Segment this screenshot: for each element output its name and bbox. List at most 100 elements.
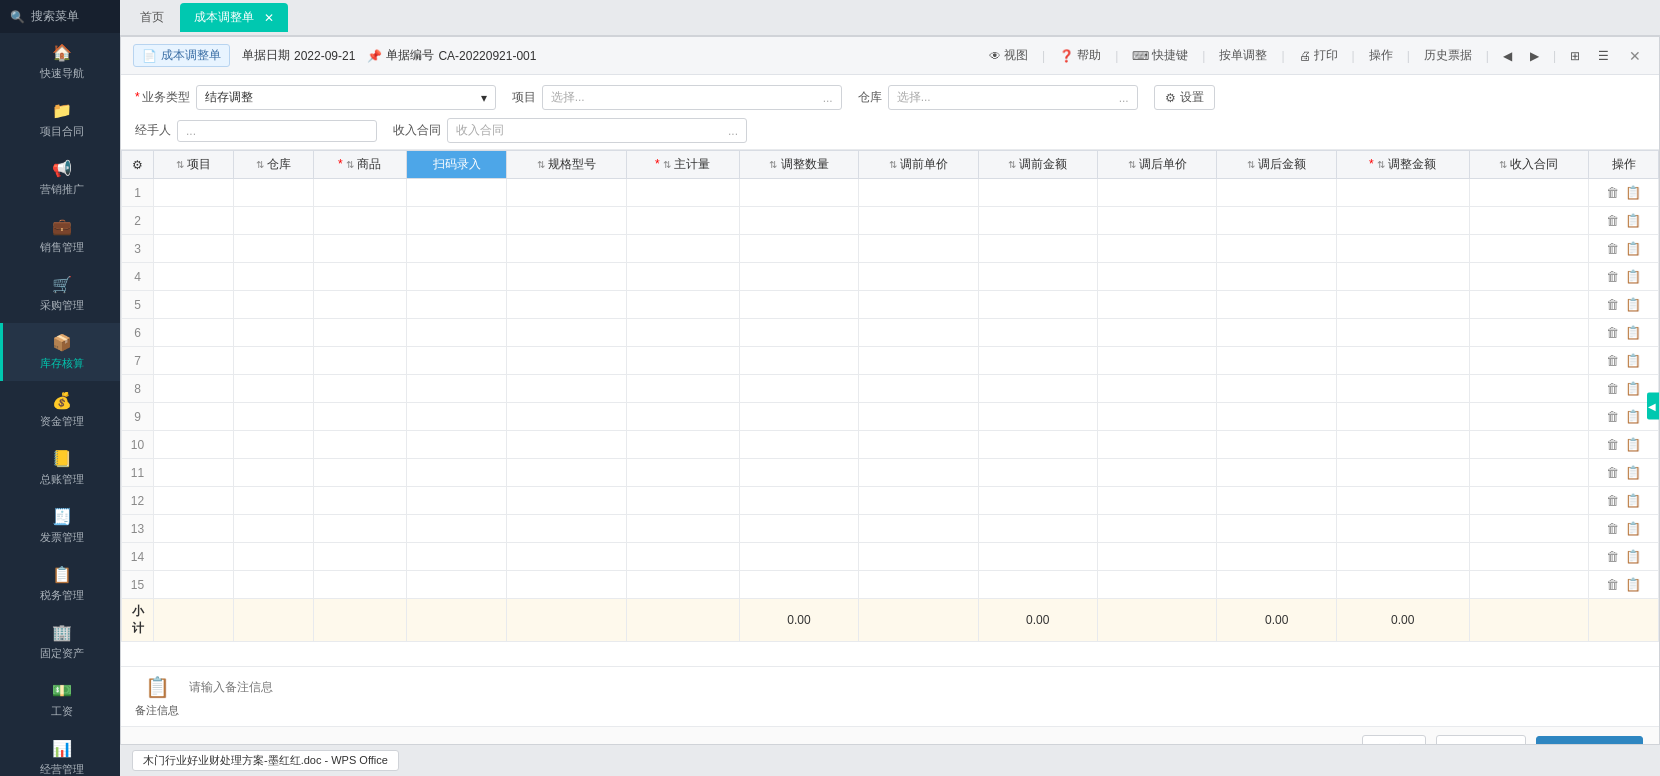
table-cell[interactable]: [1336, 487, 1469, 515]
window-close-button[interactable]: ✕: [1623, 46, 1647, 66]
table-cell[interactable]: [1469, 515, 1588, 543]
table-cell[interactable]: [406, 375, 507, 403]
table-cell[interactable]: [313, 515, 406, 543]
table-cell[interactable]: [154, 291, 234, 319]
table-cell[interactable]: [507, 179, 626, 207]
table-cell[interactable]: [1469, 319, 1588, 347]
copy-icon[interactable]: 📋: [1625, 381, 1641, 396]
table-cell[interactable]: [626, 347, 739, 375]
table-cell[interactable]: [626, 319, 739, 347]
table-cell[interactable]: [978, 347, 1097, 375]
table-cell[interactable]: [406, 207, 507, 235]
sidebar-item-business-management[interactable]: 📊 经营管理: [0, 729, 120, 776]
table-cell[interactable]: [313, 179, 406, 207]
th-before-amount[interactable]: ⇅ 调前金额: [978, 151, 1097, 179]
tab-cost-adjustment[interactable]: 成本调整单 ✕: [180, 3, 288, 32]
table-cell[interactable]: [1097, 459, 1216, 487]
table-cell[interactable]: [233, 235, 313, 263]
income-contract-input[interactable]: 收入合同 ...: [447, 118, 747, 143]
table-cell[interactable]: [313, 347, 406, 375]
table-cell[interactable]: [406, 235, 507, 263]
delete-icon[interactable]: 🗑: [1606, 325, 1619, 340]
review-btn[interactable]: 按单调整: [1215, 45, 1271, 66]
table-cell[interactable]: [978, 543, 1097, 571]
table-cell[interactable]: [1097, 515, 1216, 543]
table-cell[interactable]: [313, 403, 406, 431]
table-cell[interactable]: [233, 571, 313, 599]
table-cell[interactable]: [626, 291, 739, 319]
table-cell[interactable]: [313, 263, 406, 291]
list-view-btn[interactable]: ☰: [1594, 47, 1613, 65]
copy-icon[interactable]: 📋: [1625, 465, 1641, 480]
table-cell[interactable]: [739, 487, 858, 515]
table-cell[interactable]: [1097, 347, 1216, 375]
table-cell[interactable]: [1097, 431, 1216, 459]
th-unit[interactable]: * ⇅ 主计量: [626, 151, 739, 179]
history-btn[interactable]: 历史票据: [1420, 45, 1476, 66]
copy-icon[interactable]: 📋: [1625, 409, 1641, 424]
table-cell[interactable]: [859, 487, 978, 515]
table-cell[interactable]: [859, 319, 978, 347]
table-cell[interactable]: [313, 207, 406, 235]
table-cell[interactable]: [154, 515, 234, 543]
table-cell[interactable]: [978, 263, 1097, 291]
table-cell[interactable]: [1336, 515, 1469, 543]
table-cell[interactable]: [859, 291, 978, 319]
table-cell[interactable]: [1097, 291, 1216, 319]
expand-btn[interactable]: ◀: [1499, 47, 1516, 65]
table-cell[interactable]: [1469, 347, 1588, 375]
table-cell[interactable]: [507, 375, 626, 403]
table-cell[interactable]: [1217, 291, 1336, 319]
sidebar-item-invoice-management[interactable]: 🧾 发票管理: [0, 497, 120, 555]
table-cell[interactable]: [154, 459, 234, 487]
sidebar-item-payroll[interactable]: 💵 工资: [0, 671, 120, 729]
table-cell[interactable]: [1097, 403, 1216, 431]
table-cell[interactable]: [154, 207, 234, 235]
table-cell[interactable]: [1336, 375, 1469, 403]
copy-icon[interactable]: 📋: [1625, 437, 1641, 452]
table-cell[interactable]: [859, 235, 978, 263]
table-cell[interactable]: [1097, 263, 1216, 291]
table-cell[interactable]: [859, 543, 978, 571]
copy-icon[interactable]: 📋: [1625, 549, 1641, 564]
th-adjust-qty[interactable]: ⇅ 调整数量: [739, 151, 858, 179]
table-cell[interactable]: [1469, 375, 1588, 403]
table-cell[interactable]: [406, 403, 507, 431]
table-cell[interactable]: [1097, 179, 1216, 207]
th-project[interactable]: ⇅ 项目: [154, 151, 234, 179]
table-cell[interactable]: [1097, 375, 1216, 403]
table-cell[interactable]: [1469, 291, 1588, 319]
table-cell[interactable]: [739, 431, 858, 459]
table-cell[interactable]: [1217, 571, 1336, 599]
table-cell[interactable]: [406, 571, 507, 599]
table-cell[interactable]: [626, 263, 739, 291]
copy-icon[interactable]: 📋: [1625, 213, 1641, 228]
table-cell[interactable]: [1217, 431, 1336, 459]
sidebar-item-quick-nav[interactable]: 🏠 快速导航: [0, 33, 120, 91]
sidebar-item-sales-management[interactable]: 💼 销售管理: [0, 207, 120, 265]
table-cell[interactable]: [507, 403, 626, 431]
table-cell[interactable]: [859, 375, 978, 403]
shortcut-btn[interactable]: ⌨ 快捷键: [1128, 45, 1192, 66]
table-cell[interactable]: [978, 431, 1097, 459]
table-cell[interactable]: [739, 403, 858, 431]
table-cell[interactable]: [1336, 543, 1469, 571]
table-cell[interactable]: [406, 347, 507, 375]
table-cell[interactable]: [739, 263, 858, 291]
table-cell[interactable]: [154, 487, 234, 515]
table-cell[interactable]: [1217, 487, 1336, 515]
delete-icon[interactable]: 🗑: [1606, 297, 1619, 312]
sidebar-item-sales-promotion[interactable]: 📢 营销推广: [0, 149, 120, 207]
table-cell[interactable]: [406, 179, 507, 207]
table-cell[interactable]: [739, 543, 858, 571]
table-cell[interactable]: [1336, 347, 1469, 375]
table-cell[interactable]: [859, 179, 978, 207]
table-cell[interactable]: [507, 319, 626, 347]
copy-icon[interactable]: 📋: [1625, 353, 1641, 368]
table-cell[interactable]: [739, 207, 858, 235]
table-cell[interactable]: [1469, 263, 1588, 291]
table-cell[interactable]: [233, 319, 313, 347]
table-cell[interactable]: [233, 179, 313, 207]
table-cell[interactable]: [313, 571, 406, 599]
table-cell[interactable]: [154, 431, 234, 459]
